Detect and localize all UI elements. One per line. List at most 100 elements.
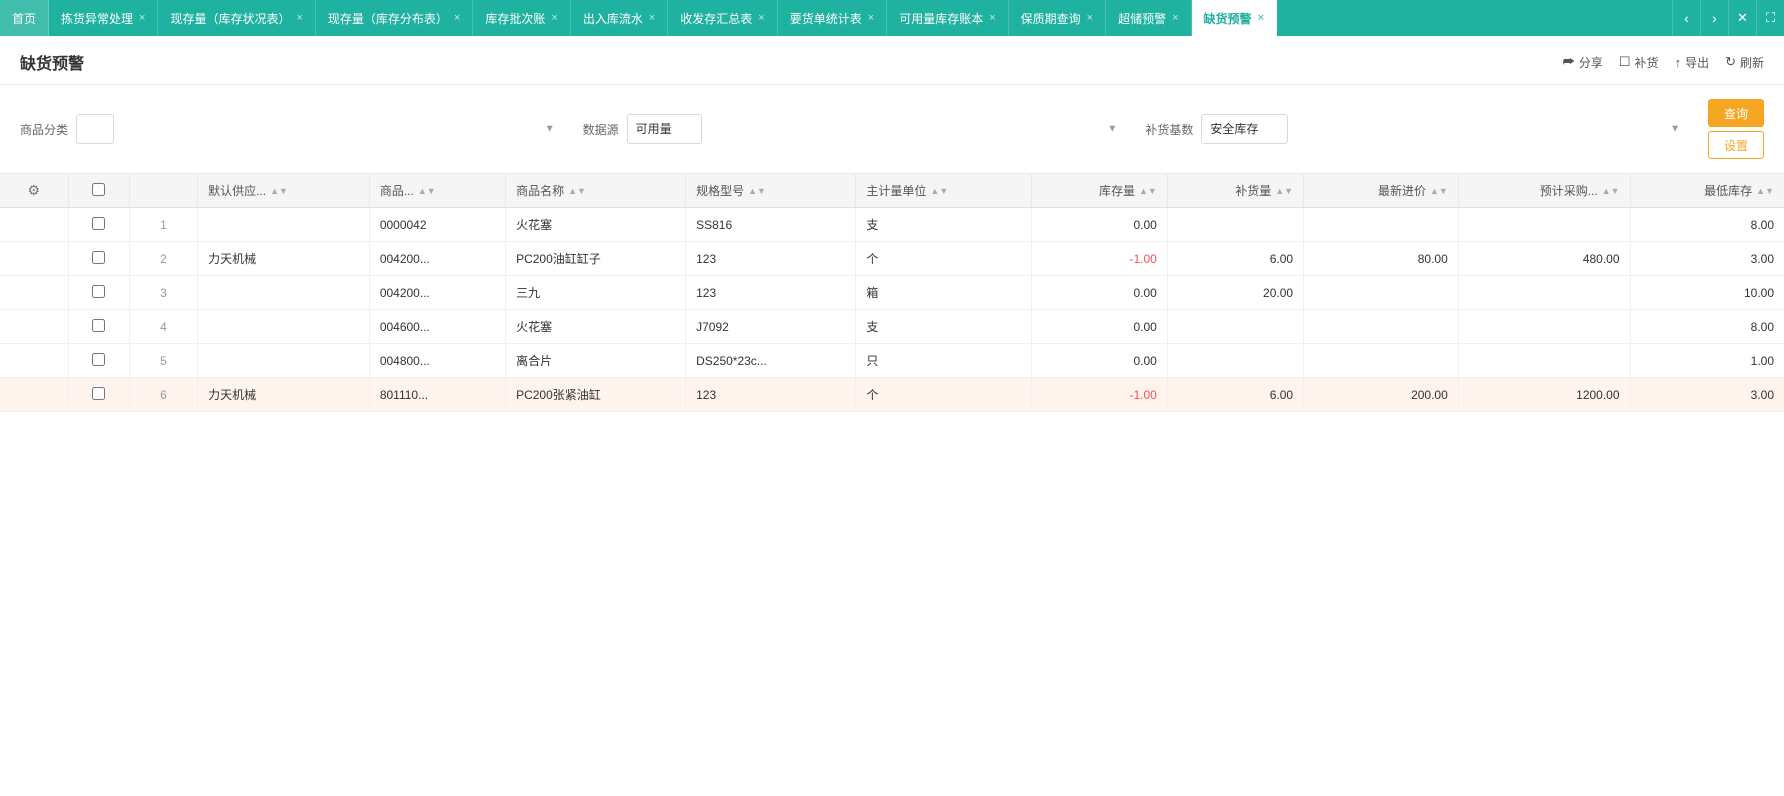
tab-item-6[interactable]: 收发存汇总表× — [668, 0, 777, 36]
replenish-basis-select[interactable]: 安全库存 — [1201, 114, 1288, 144]
th-estpurchase[interactable]: 预计采购... ▲▼ — [1458, 174, 1630, 208]
select-all-checkbox[interactable] — [92, 183, 105, 196]
td-checkbox-5[interactable] — [68, 378, 129, 412]
row-checkbox-0[interactable] — [92, 217, 105, 230]
td-checkbox-4[interactable] — [68, 344, 129, 378]
share-button[interactable]: ⮫ 分享 — [1563, 54, 1603, 71]
td-stock-4: 0.00 — [1031, 344, 1167, 378]
row-checkbox-2[interactable] — [92, 285, 105, 298]
replenish-basis-label: 补货基数 — [1145, 121, 1193, 138]
row-checkbox-5[interactable] — [92, 387, 105, 400]
td-checkbox-3[interactable] — [68, 310, 129, 344]
th-minstock[interactable]: 最低库存 ▲▼ — [1630, 174, 1784, 208]
row-checkbox-1[interactable] — [92, 251, 105, 264]
tab-close-1[interactable]: × — [139, 12, 145, 24]
tab-close-5[interactable]: × — [649, 12, 655, 24]
datasource-label: 数据源 — [583, 121, 619, 138]
row-checkbox-4[interactable] — [92, 353, 105, 366]
tab-item-3[interactable]: 现存量（库存分布表） × — [316, 0, 473, 36]
td-supplier-2 — [198, 276, 370, 310]
gear-icon[interactable]: ⚙ — [28, 182, 41, 198]
refresh-button[interactable]: ↻ 刷新 — [1725, 54, 1764, 71]
td-supplier-4 — [198, 344, 370, 378]
tab-scroll-right[interactable]: › — [1700, 0, 1728, 36]
th-goodsname[interactable]: 商品名称 ▲▼ — [506, 174, 686, 208]
category-label: 商品分类 — [20, 121, 68, 138]
table-row: 3 004200... 三九 123 箱 0.00 20.00 10.00 — [0, 276, 1784, 310]
export-button[interactable]: ↑ 导出 — [1675, 54, 1710, 71]
sort-replenish-icon: ▲▼ — [1275, 186, 1293, 196]
tab-close-3[interactable]: × — [454, 12, 460, 24]
td-checkbox-1[interactable] — [68, 242, 129, 276]
main-content: 缺货预警 ⮫ 分享 ☐ 补货 ↑ 导出 ↻ 刷新 商品分类 — [0, 36, 1784, 796]
tab-close-9[interactable]: × — [1087, 12, 1093, 24]
sort-minstock[interactable]: 最低库存 ▲▼ — [1704, 182, 1774, 199]
td-settings-2 — [0, 276, 68, 310]
tab-scroll-left[interactable]: ‹ — [1672, 0, 1700, 36]
sort-goodsname[interactable]: 商品名称 ▲▼ — [516, 182, 586, 199]
settings-button[interactable]: 设置 — [1708, 131, 1764, 159]
td-replenish-5: 6.00 — [1167, 378, 1303, 412]
sort-unit[interactable]: 主计量单位 ▲▼ — [866, 182, 948, 199]
tab-close-8[interactable]: × — [989, 12, 995, 24]
th-stock[interactable]: 库存量 ▲▼ — [1031, 174, 1167, 208]
tab-label: 缺货预警 — [1204, 10, 1252, 27]
datasource-select[interactable]: 可用量 — [627, 114, 702, 144]
tab-close-7[interactable]: × — [868, 12, 874, 24]
td-checkbox-0[interactable] — [68, 208, 129, 242]
tab-item-11[interactable]: 缺货预警 × — [1192, 0, 1277, 36]
tab-label: 现存量（库存状况表） — [170, 10, 290, 27]
query-button[interactable]: 查询 — [1708, 99, 1764, 127]
th-checkbox[interactable] — [68, 174, 129, 208]
th-settings[interactable]: ⚙ — [0, 174, 68, 208]
sort-latestprice[interactable]: 最新进价 ▲▼ — [1378, 182, 1448, 199]
tab-close-all[interactable]: ✕ — [1728, 0, 1756, 36]
th-supplier[interactable]: 默认供应... ▲▼ — [198, 174, 370, 208]
tab-item-9[interactable]: 保质期查询× — [1009, 0, 1106, 36]
td-latestprice-3 — [1304, 310, 1459, 344]
sort-goodscode[interactable]: 商品... ▲▼ — [380, 182, 436, 199]
tab-label: 现存量（库存分布表） — [328, 10, 448, 27]
sort-supplier[interactable]: 默认供应... ▲▼ — [208, 182, 288, 199]
replenish-button[interactable]: ☐ 补货 — [1619, 54, 1659, 71]
sort-estpurchase[interactable]: 预计采购... ▲▼ — [1540, 182, 1620, 199]
sort-stock[interactable]: 库存量 ▲▼ — [1099, 182, 1157, 199]
tab-item-4[interactable]: 库存批次账× — [473, 0, 570, 36]
row-checkbox-3[interactable] — [92, 319, 105, 332]
tab-fullscreen[interactable]: ⛶ — [1756, 0, 1784, 36]
td-goodsname-3: 火花塞 — [506, 310, 686, 344]
td-minstock-0: 8.00 — [1630, 208, 1784, 242]
tab-item-10[interactable]: 超储预警× — [1106, 0, 1191, 36]
td-checkbox-2[interactable] — [68, 276, 129, 310]
th-replenish[interactable]: 补货量 ▲▼ — [1167, 174, 1303, 208]
td-stock-0: 0.00 — [1031, 208, 1167, 242]
tab-item-2[interactable]: 现存量（库存状况表） × — [158, 0, 315, 36]
tab-close-10[interactable]: × — [1172, 12, 1178, 24]
replenish-icon: ☐ — [1619, 54, 1631, 70]
td-latestprice-5: 200.00 — [1304, 378, 1459, 412]
th-goodscode[interactable]: 商品... ▲▼ — [369, 174, 505, 208]
table-row: 2 力天机械 004200... PC200油缸缸子 123 个 -1.00 6… — [0, 242, 1784, 276]
td-replenish-2: 20.00 — [1167, 276, 1303, 310]
category-select[interactable] — [76, 114, 114, 144]
tab-close-11[interactable]: × — [1258, 12, 1264, 24]
td-minstock-3: 8.00 — [1630, 310, 1784, 344]
tab-item-1[interactable]: 拣货异常处理× — [49, 0, 158, 36]
td-latestprice-2 — [1304, 276, 1459, 310]
tab-item-5[interactable]: 出入库流水× — [571, 0, 668, 36]
th-latestprice[interactable]: 最新进价 ▲▼ — [1304, 174, 1459, 208]
th-spec[interactable]: 规格型号 ▲▼ — [686, 174, 856, 208]
td-goodsname-2: 三九 — [506, 276, 686, 310]
tab-item-8[interactable]: 可用量库存账本× — [887, 0, 1008, 36]
sort-unit-icon: ▲▼ — [930, 186, 948, 196]
tab-close-4[interactable]: × — [551, 12, 557, 24]
sort-replenish[interactable]: 补货量 ▲▼ — [1235, 182, 1293, 199]
tab-close-6[interactable]: × — [758, 12, 764, 24]
td-settings-3 — [0, 310, 68, 344]
td-estpurchase-5: 1200.00 — [1458, 378, 1630, 412]
th-unit[interactable]: 主计量单位 ▲▼ — [856, 174, 1031, 208]
tab-item-0[interactable]: 首页 — [0, 0, 49, 36]
tab-item-7[interactable]: 要货单统计表× — [778, 0, 887, 36]
tab-close-2[interactable]: × — [296, 12, 302, 24]
sort-spec[interactable]: 规格型号 ▲▼ — [696, 182, 766, 199]
